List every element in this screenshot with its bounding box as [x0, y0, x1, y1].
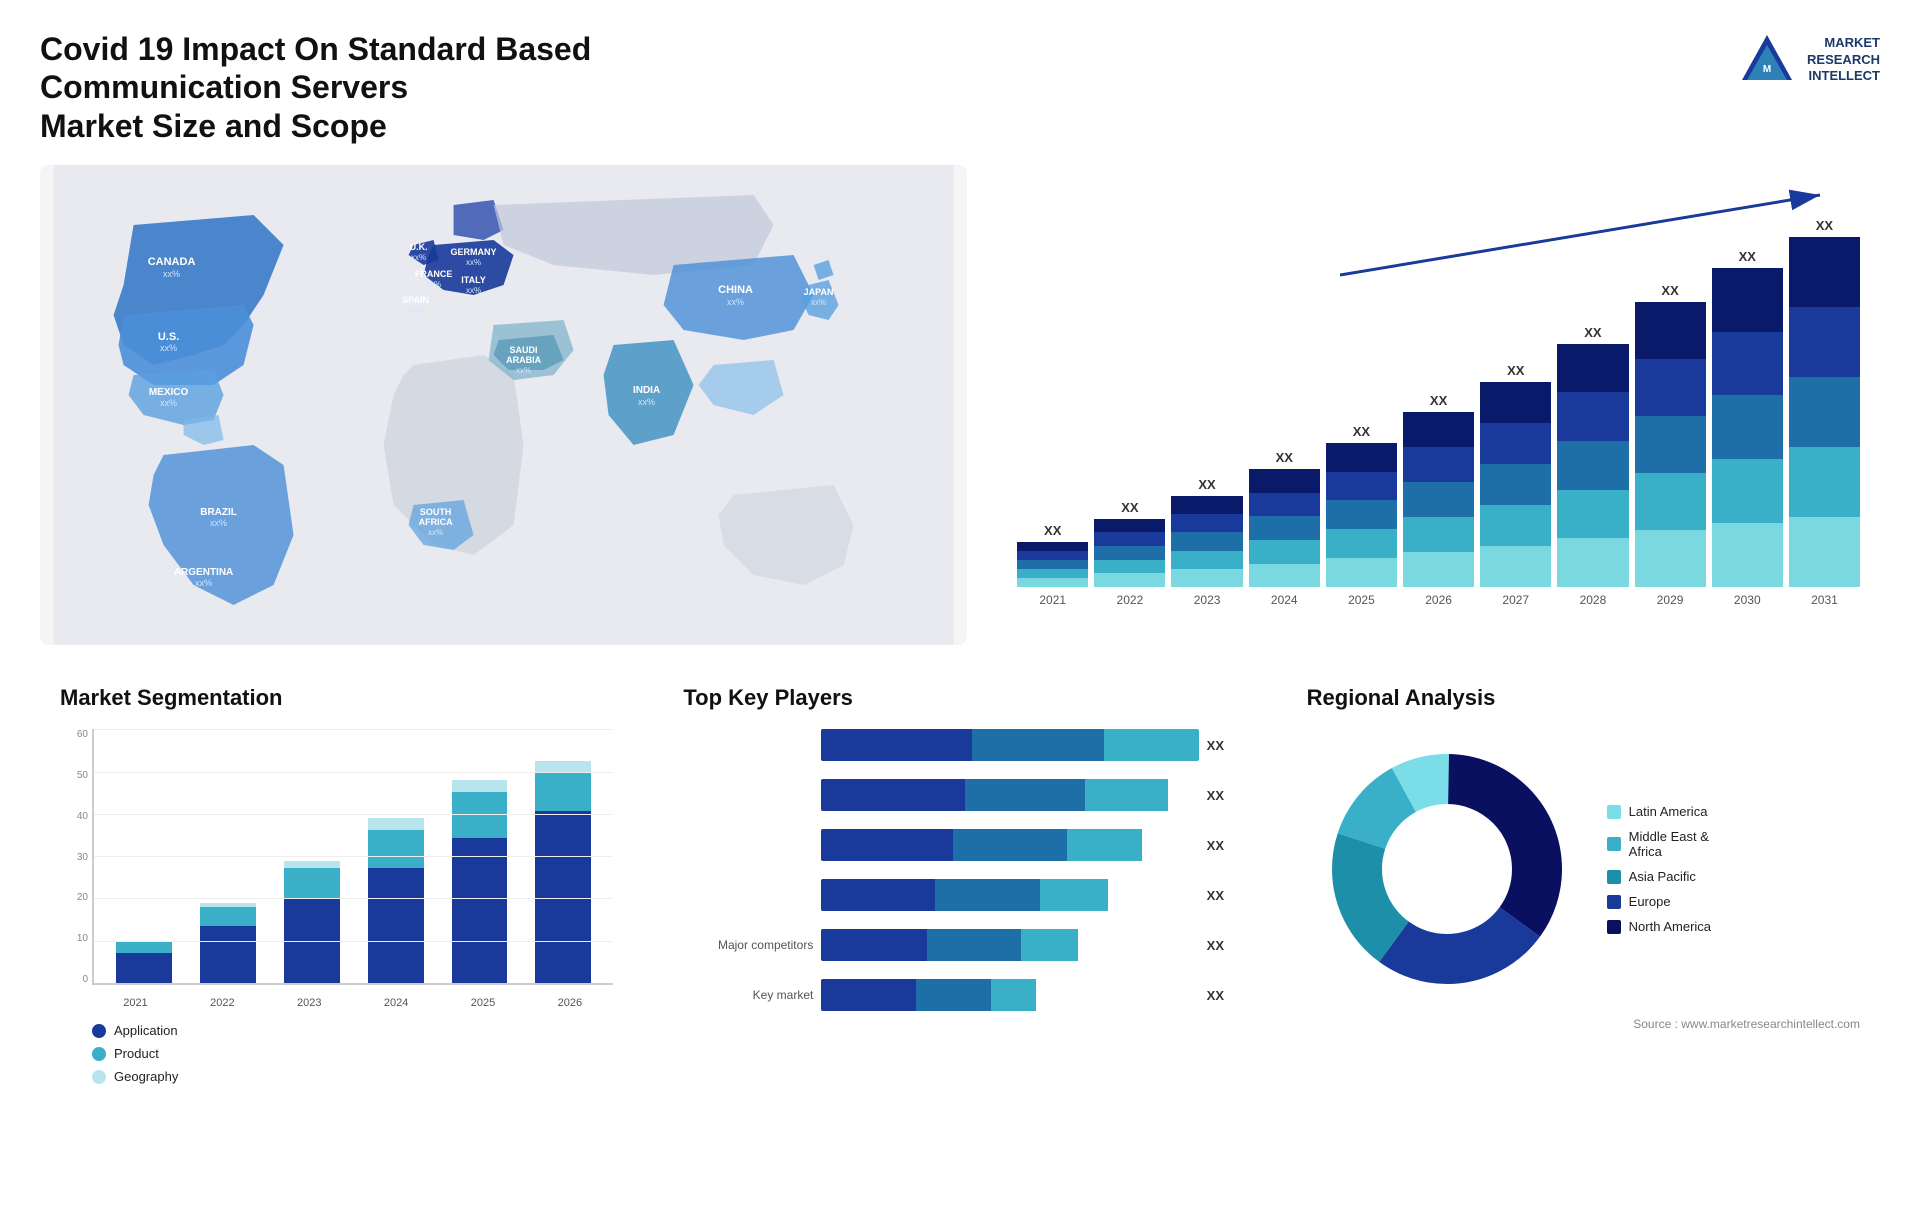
svg-text:SAUDI: SAUDI — [510, 345, 538, 355]
segmentation-title: Market Segmentation — [60, 685, 613, 711]
svg-text:INDIA: INDIA — [633, 385, 660, 396]
top-section: CANADA xx% U.S. xx% MEXICO xx% BRAZIL xx… — [40, 165, 1880, 645]
svg-text:ARGENTINA: ARGENTINA — [174, 567, 233, 578]
logo-text: MARKETRESEARCHINTELLECT — [1807, 35, 1880, 86]
bar-group: XX2025 — [1326, 424, 1397, 608]
bar-group: XX2029 — [1635, 283, 1706, 607]
bar-group: XX2026 — [1403, 393, 1474, 607]
bar-chart-container: XX2021XX2022XX2023XX2024XX2025XX2026XX20… — [997, 165, 1880, 645]
legend-product: Product — [92, 1046, 613, 1061]
svg-text:xx%: xx% — [638, 397, 655, 407]
svg-text:xx%: xx% — [466, 286, 481, 295]
svg-text:MEXICO: MEXICO — [149, 387, 189, 398]
seg-chart: 6050403020100 202120222023202420252026 — [60, 729, 613, 1009]
player-row: Key marketXX — [683, 979, 1236, 1011]
svg-text:ITALY: ITALY — [461, 275, 486, 285]
svg-text:CHINA: CHINA — [718, 284, 753, 296]
legend-middle-east: Middle East &Africa — [1607, 829, 1711, 859]
legend-geography: Geography — [92, 1069, 613, 1084]
regional-chart: Latin America Middle East &Africa Asia P… — [1307, 729, 1860, 1009]
bar-group: XX2027 — [1480, 363, 1551, 607]
legend-europe: Europe — [1607, 894, 1711, 909]
bar-group: XX2030 — [1712, 249, 1783, 608]
svg-text:xx%: xx% — [160, 398, 177, 408]
svg-text:xx%: xx% — [466, 258, 481, 267]
bar-group: XX2024 — [1249, 450, 1320, 607]
player-row: Major competitorsXX — [683, 929, 1236, 961]
world-map-svg: CANADA xx% U.S. xx% MEXICO xx% BRAZIL xx… — [40, 165, 967, 645]
svg-text:SOUTH: SOUTH — [420, 507, 452, 517]
title-block: Covid 19 Impact On Standard Based Commun… — [40, 30, 840, 145]
svg-text:xx%: xx% — [811, 298, 826, 307]
player-row: XX — [683, 879, 1236, 911]
players-title: Top Key Players — [683, 685, 1236, 711]
svg-text:xx%: xx% — [426, 280, 441, 289]
svg-text:U.S.: U.S. — [158, 331, 179, 343]
bar-group: XX2021 — [1017, 523, 1088, 608]
bar-group: XX2023 — [1171, 477, 1242, 607]
svg-text:xx%: xx% — [210, 518, 227, 528]
seg-y-axis: 6050403020100 — [60, 729, 88, 985]
svg-text:JAPAN: JAPAN — [804, 287, 834, 297]
players-chart: XX XX XX XX Major competitorsXX Key marketXX — [683, 729, 1236, 1019]
logo-block: M MARKETRESEARCHINTELLECT — [1737, 30, 1880, 90]
header: Covid 19 Impact On Standard Based Commun… — [40, 30, 1880, 145]
bar-group: XX2031 — [1789, 218, 1860, 607]
donut-svg — [1307, 729, 1587, 1009]
bars-area: XX2021XX2022XX2023XX2024XX2025XX2026XX20… — [1017, 175, 1860, 635]
seg-bars-area — [92, 729, 613, 985]
svg-text:FRANCE: FRANCE — [415, 269, 453, 279]
svg-text:xx%: xx% — [163, 269, 180, 279]
legend-asia-pacific: Asia Pacific — [1607, 869, 1711, 884]
player-row: XX — [683, 729, 1236, 761]
svg-text:BRAZIL: BRAZIL — [200, 507, 237, 518]
svg-text:U.K.: U.K. — [410, 242, 428, 252]
segmentation-container: Market Segmentation 6050403020100 — [40, 675, 633, 1175]
svg-text:xx%: xx% — [160, 343, 177, 353]
svg-text:CANADA: CANADA — [148, 256, 196, 268]
svg-text:xx%: xx% — [516, 366, 531, 375]
legend-application: Application — [92, 1023, 613, 1038]
svg-text:xx%: xx% — [428, 528, 443, 537]
player-row: XX — [683, 779, 1236, 811]
legend-north-america: North America — [1607, 919, 1711, 934]
svg-text:GERMANY: GERMANY — [451, 247, 497, 257]
player-row: XX — [683, 829, 1236, 861]
bar-group: XX2022 — [1094, 500, 1165, 607]
svg-text:M: M — [1763, 64, 1771, 75]
bottom-section: Market Segmentation 6050403020100 — [40, 675, 1880, 1175]
regional-title: Regional Analysis — [1307, 685, 1860, 711]
logo-icon: M — [1737, 30, 1797, 90]
regional-container: Regional Analysis — [1287, 675, 1880, 1175]
legend-latin-america: Latin America — [1607, 804, 1711, 819]
svg-text:ARABIA: ARABIA — [506, 355, 541, 365]
map-container: CANADA xx% U.S. xx% MEXICO xx% BRAZIL xx… — [40, 165, 967, 645]
regional-legend: Latin America Middle East &Africa Asia P… — [1607, 804, 1711, 934]
svg-text:xx%: xx% — [195, 578, 212, 588]
donut-chart — [1307, 729, 1587, 1009]
svg-text:xx%: xx% — [411, 253, 426, 262]
bar-chart: XX2021XX2022XX2023XX2024XX2025XX2026XX20… — [1017, 175, 1860, 635]
source-text: Source : www.marketresearchintellect.com — [1307, 1017, 1860, 1031]
players-container: Top Key Players XX XX XX XX Major competitor… — [663, 675, 1256, 1175]
svg-text:SPAIN: SPAIN — [402, 295, 429, 305]
page-title: Covid 19 Impact On Standard Based Commun… — [40, 30, 840, 145]
svg-text:xx%: xx% — [727, 297, 744, 307]
svg-text:AFRICA: AFRICA — [419, 517, 453, 527]
svg-text:xx%: xx% — [408, 306, 423, 315]
seg-legend: Application Product Geography — [60, 1023, 613, 1084]
bar-group: XX2028 — [1557, 325, 1628, 607]
